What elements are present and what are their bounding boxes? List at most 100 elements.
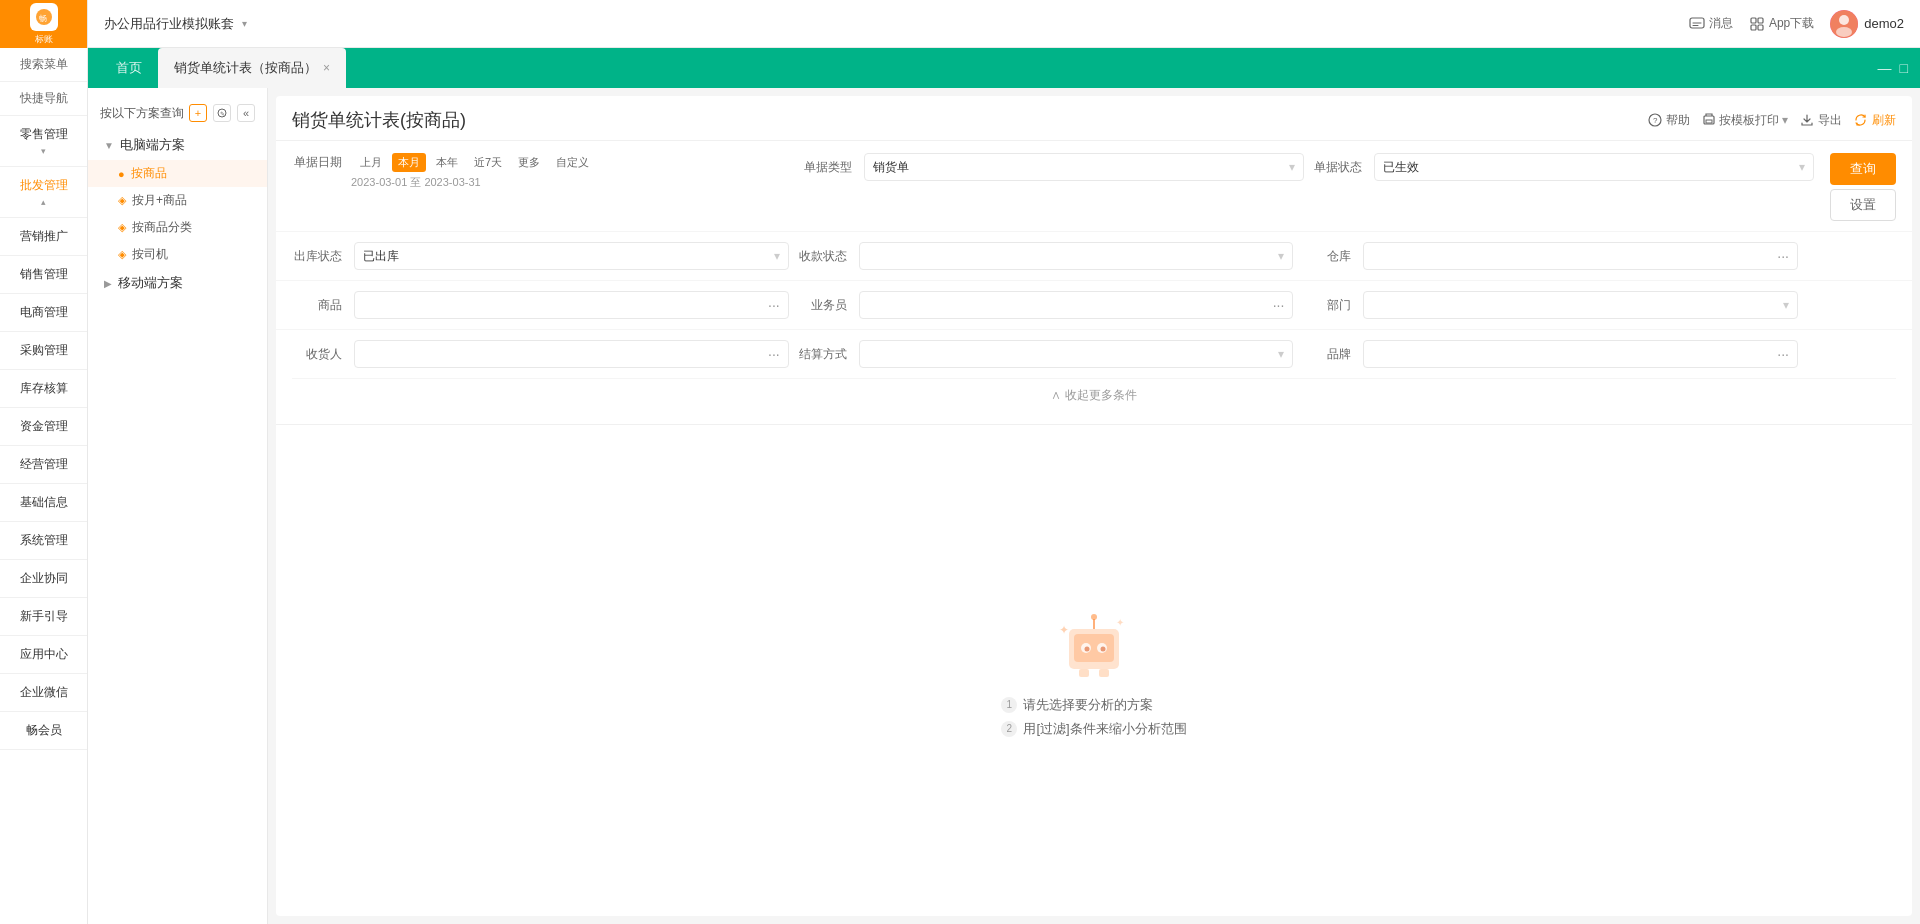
sidebar-item-enterprise-wechat[interactable]: 企业微信 <box>0 674 87 712</box>
svg-rect-4 <box>1758 18 1763 23</box>
sidebar-item-operations-mgmt[interactable]: 经营管理 <box>0 446 87 484</box>
export-btn[interactable]: 导出 <box>1800 112 1842 129</box>
sidebar-logo[interactable]: 畅 标账 <box>0 0 87 48</box>
collapse-panel-btn[interactable]: « <box>237 104 255 122</box>
sidebar-item-inventory[interactable]: 库存核算 <box>0 370 87 408</box>
tree-mobile-node[interactable]: ▶ 移动端方案 <box>88 268 267 298</box>
stock-status-value: 已出库 <box>363 248 399 265</box>
tree-by-cashier[interactable]: ◈ 按司机 <box>88 241 267 268</box>
doc-type-select[interactable]: 销货单 ▾ <box>864 153 1304 181</box>
help-icon: ? <box>1648 113 1662 127</box>
by-goods-label: 按商品 <box>131 165 167 182</box>
header-title: 办公用品行业模拟账套 <box>104 15 234 33</box>
tab-close-btn[interactable]: × <box>323 61 330 75</box>
warehouse-input[interactable]: ··· <box>1363 242 1798 270</box>
tree-by-goods[interactable]: ● 按商品 <box>88 160 267 187</box>
sidebar-item-finance-mgmt[interactable]: 资金管理 <box>0 408 87 446</box>
scheme-tree: ▼ 电脑端方案 ● 按商品 ◈ 按月+商品 ◈ 按商品分类 ◈ 按司机 <box>88 130 267 298</box>
doc-status-select[interactable]: 已生效 ▾ <box>1374 153 1814 181</box>
retail-mgmt-arrow: ▾ <box>41 146 46 156</box>
warehouse-dots[interactable]: ··· <box>1777 248 1789 264</box>
department-select[interactable]: ▾ <box>1363 291 1798 319</box>
svg-rect-6 <box>1758 25 1763 30</box>
sidebar-item-sales-mgmt[interactable]: 销售管理 <box>0 256 87 294</box>
template-print-btn[interactable]: 按模板打印 ▾ <box>1702 112 1788 129</box>
receipt-status-select[interactable]: ▾ <box>859 242 1294 270</box>
message-btn[interactable]: 消息 <box>1689 15 1733 32</box>
sidebar-item-onboarding[interactable]: 新手引导 <box>0 598 87 636</box>
refresh-btn[interactable]: 刷新 <box>1854 112 1896 129</box>
retail-mgmt-label: 零售管理 <box>20 126 68 143</box>
sidebar-item-shortcut-nav[interactable]: 快捷导航 <box>0 82 87 116</box>
by-month-goods-icon: ◈ <box>118 194 126 207</box>
last-7-days-btn[interactable]: 近7天 <box>468 153 508 172</box>
sidebar-item-app-center[interactable]: 应用中心 <box>0 636 87 674</box>
tab-home[interactable]: 首页 <box>100 48 158 88</box>
sidebar-item-ecommerce-mgmt[interactable]: 电商管理 <box>0 294 87 332</box>
sidebar-item-search-menu[interactable]: 搜索菜单 <box>0 48 87 82</box>
message-label: 消息 <box>1709 15 1733 32</box>
query-btn[interactable]: 查询 <box>1830 153 1896 185</box>
header-left: 办公用品行业模拟账套 ▾ <box>104 15 247 33</box>
tree-desktop-arrow: ▼ <box>104 140 114 151</box>
this-month-btn[interactable]: 本月 <box>392 153 426 172</box>
goods-label: 商品 <box>292 297 342 314</box>
user-menu-btn[interactable]: demo2 <box>1830 10 1904 38</box>
salesperson-input[interactable]: ··· <box>859 291 1294 319</box>
sidebar-item-system-mgmt[interactable]: 系统管理 <box>0 522 87 560</box>
goods-dots[interactable]: ··· <box>768 297 780 313</box>
tab-maximize-btn[interactable]: □ <box>1900 60 1908 76</box>
print-icon <box>1702 113 1716 127</box>
brand-input[interactable]: ··· <box>1363 340 1798 368</box>
last-month-btn[interactable]: 上月 <box>354 153 388 172</box>
enterprise-wechat-label: 企业微信 <box>20 684 68 701</box>
tip-2-text: 用[过滤]条件来缩小分析范围 <box>1023 720 1186 738</box>
tab-bar-right: — □ <box>1878 60 1920 76</box>
stock-status-select[interactable]: 已出库 ▾ <box>354 242 789 270</box>
this-year-btn[interactable]: 本年 <box>430 153 464 172</box>
page-actions: ? 帮助 按模板打印 ▾ <box>1648 112 1896 129</box>
sidebar-item-vip-member[interactable]: 畅会员 <box>0 712 87 750</box>
add-scheme-btn[interactable]: + <box>189 104 207 122</box>
settings-btn[interactable]: 设置 <box>1830 189 1896 221</box>
doc-type-dropdown-icon: ▾ <box>1289 160 1295 174</box>
goods-input[interactable]: ··· <box>354 291 789 319</box>
header-dropdown-btn[interactable]: ▾ <box>242 18 247 29</box>
consignee-dots[interactable]: ··· <box>768 346 780 362</box>
sidebar-item-enterprise-collab[interactable]: 企业协同 <box>0 560 87 598</box>
sidebar-item-wholesale-mgmt[interactable]: 批发管理 ▴ <box>0 167 87 218</box>
svg-rect-5 <box>1751 25 1756 30</box>
app-download-btn[interactable]: App下载 <box>1749 15 1814 32</box>
sidebar-item-retail-mgmt[interactable]: 零售管理 ▾ <box>0 116 87 167</box>
tree-desktop-node[interactable]: ▼ 电脑端方案 <box>88 130 267 160</box>
collapse-more-label: ∧ 收起更多条件 <box>1051 388 1136 402</box>
template-print-dropdown[interactable]: ▾ <box>1782 113 1788 127</box>
by-cashier-icon: ◈ <box>118 248 126 261</box>
sidebar-item-basic-info[interactable]: 基础信息 <box>0 484 87 522</box>
by-cashier-label: 按司机 <box>132 246 168 263</box>
consignee-input[interactable]: ··· <box>354 340 789 368</box>
top-header: 办公用品行业模拟账套 ▾ 消息 App下载 <box>88 0 1920 48</box>
sidebar-item-marketing[interactable]: 营销推广 <box>0 218 87 256</box>
basic-info-label: 基础信息 <box>20 494 68 511</box>
custom-btn[interactable]: 自定义 <box>550 153 595 172</box>
svg-point-20 <box>1085 646 1090 651</box>
tree-by-month-goods[interactable]: ◈ 按月+商品 <box>88 187 267 214</box>
more-btn[interactable]: 更多 <box>512 153 546 172</box>
tab-sales-stats[interactable]: 销货单统计表（按商品） × <box>158 48 346 88</box>
tab-minimize-btn[interactable]: — <box>1878 60 1892 76</box>
salesperson-dots[interactable]: ··· <box>1273 297 1285 313</box>
edit-scheme-btn[interactable]: ✎ <box>213 104 231 122</box>
sidebar-item-purchase-mgmt[interactable]: 采购管理 <box>0 332 87 370</box>
purchase-mgmt-label: 采购管理 <box>20 342 68 359</box>
payment-method-select[interactable]: ▾ <box>859 340 1294 368</box>
filter-divider-2 <box>276 280 1912 281</box>
doc-status-dropdown-icon: ▾ <box>1799 160 1805 174</box>
empty-tip-1: 1 请先选择要分析的方案 <box>1001 696 1186 714</box>
tree-by-goods-category[interactable]: ◈ 按商品分类 <box>88 214 267 241</box>
brand-dots[interactable]: ··· <box>1777 346 1789 362</box>
svg-point-9 <box>1836 27 1852 37</box>
collapse-more-btn[interactable]: ∧ 收起更多条件 <box>292 378 1896 412</box>
help-btn[interactable]: ? 帮助 <box>1648 112 1690 129</box>
tree-mobile-arrow: ▶ <box>104 278 112 289</box>
